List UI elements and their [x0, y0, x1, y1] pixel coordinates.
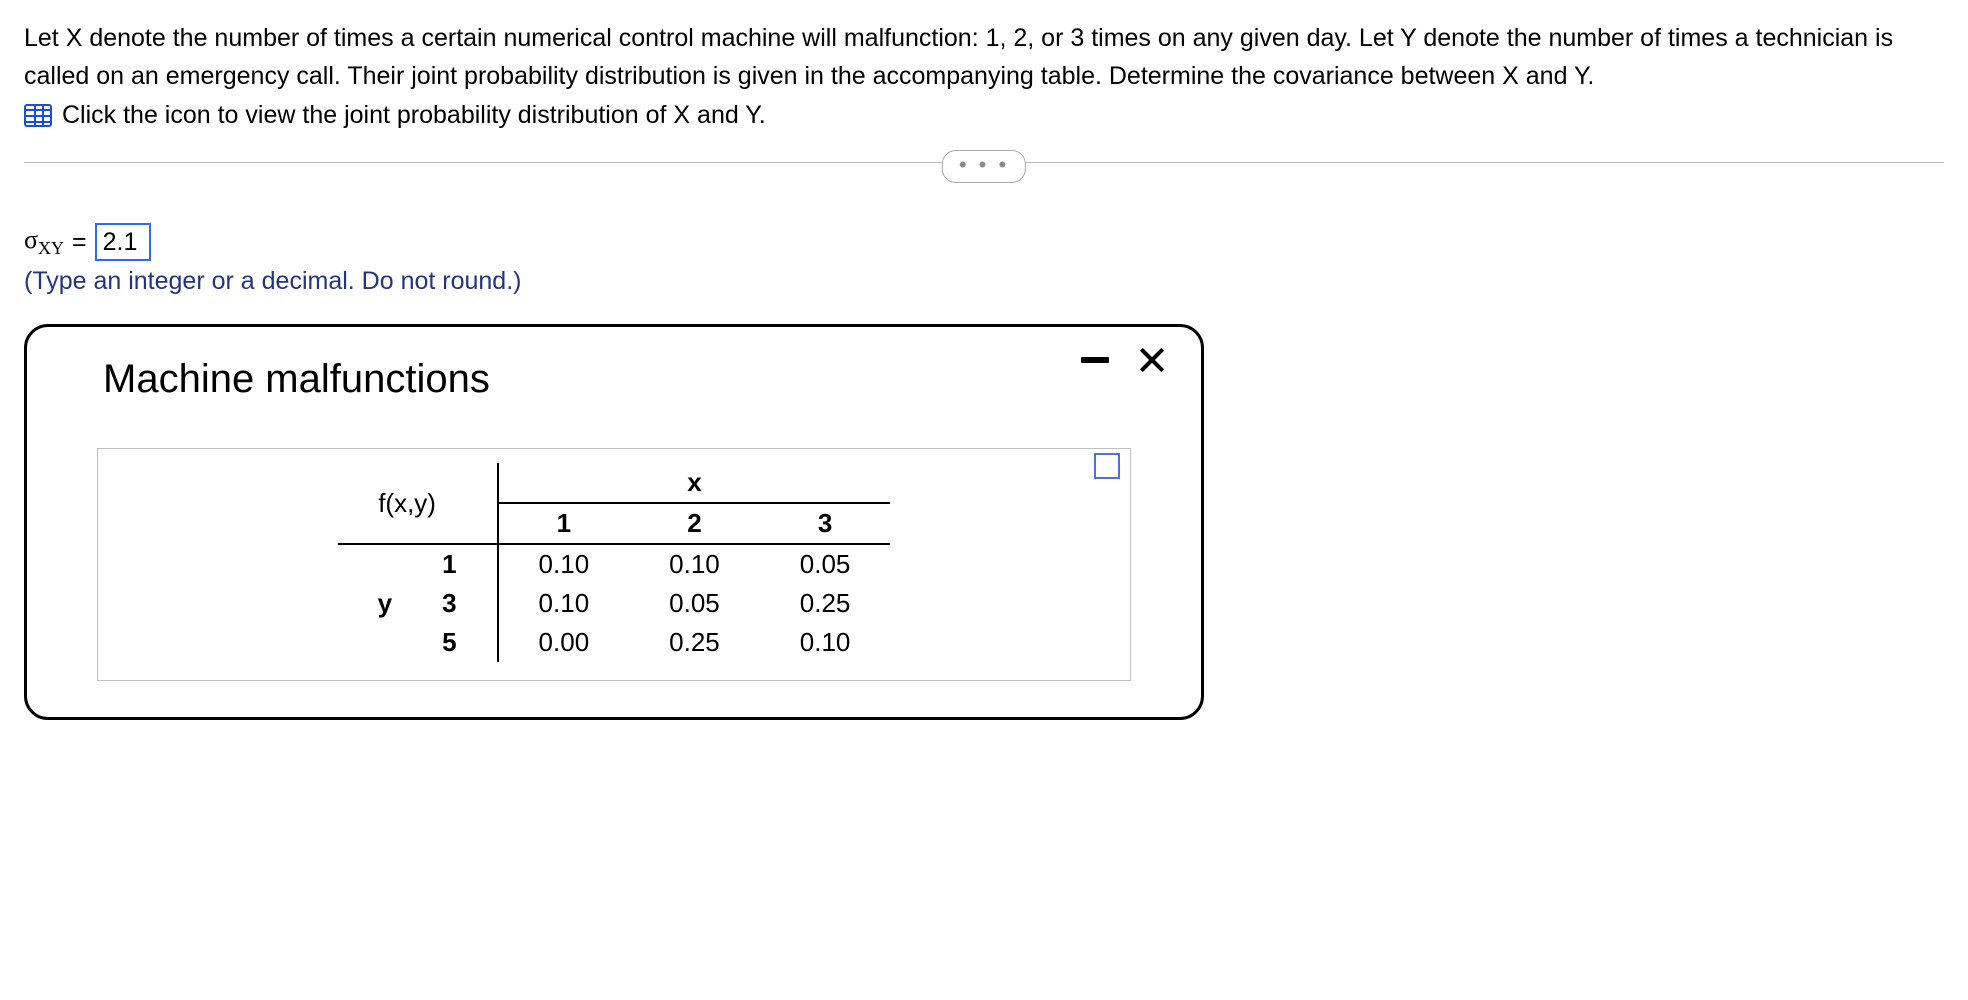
- distribution-link-text: Click the icon to view the joint probabi…: [62, 101, 766, 130]
- sigma-symbol: σXY: [24, 225, 64, 259]
- joint-distribution-table: f(x,y) x 1 2 3 y 1 0.10 0.10 0.05 3 0.10…: [338, 463, 891, 662]
- table-icon: [24, 104, 52, 127]
- equals-sign: =: [72, 228, 87, 257]
- divider-pill[interactable]: • • •: [942, 150, 1026, 183]
- x-value: 3: [760, 503, 891, 544]
- x-value: 1: [498, 503, 630, 544]
- y-header: y: [338, 544, 402, 662]
- table-cell: 0.10: [498, 544, 630, 584]
- answer-row: σXY =: [24, 223, 1944, 261]
- problem-statement: Let X denote the number of times a certa…: [24, 20, 1944, 95]
- distribution-link-row[interactable]: Click the icon to view the joint probabi…: [24, 101, 1944, 130]
- x-value: 2: [629, 503, 760, 544]
- y-value: 3: [402, 584, 497, 623]
- distribution-popup: Machine malfunctions f(x,y) x 1 2 3 y 1 …: [24, 324, 1204, 720]
- input-hint: (Type an integer or a decimal. Do not ro…: [24, 267, 1944, 296]
- close-icon[interactable]: [1137, 345, 1167, 375]
- distribution-card: f(x,y) x 1 2 3 y 1 0.10 0.10 0.05 3 0.10…: [97, 448, 1131, 681]
- table-cell: 0.10: [760, 623, 891, 662]
- table-cell: 0.10: [498, 584, 630, 623]
- y-value: 1: [402, 544, 497, 584]
- x-header: x: [498, 463, 891, 503]
- popup-title: Machine malfunctions: [103, 357, 1131, 402]
- table-cell: 0.25: [760, 584, 891, 623]
- table-cell: 0.10: [629, 544, 760, 584]
- section-divider: • • •: [24, 162, 1944, 163]
- minimize-icon[interactable]: [1081, 357, 1109, 363]
- copy-icon[interactable]: [1098, 457, 1120, 479]
- table-cell: 0.00: [498, 623, 630, 662]
- table-cell: 0.05: [760, 544, 891, 584]
- fxy-label: f(x,y): [338, 463, 498, 544]
- table-cell: 0.05: [629, 584, 760, 623]
- covariance-input[interactable]: [95, 223, 151, 261]
- table-cell: 0.25: [629, 623, 760, 662]
- y-value: 5: [402, 623, 497, 662]
